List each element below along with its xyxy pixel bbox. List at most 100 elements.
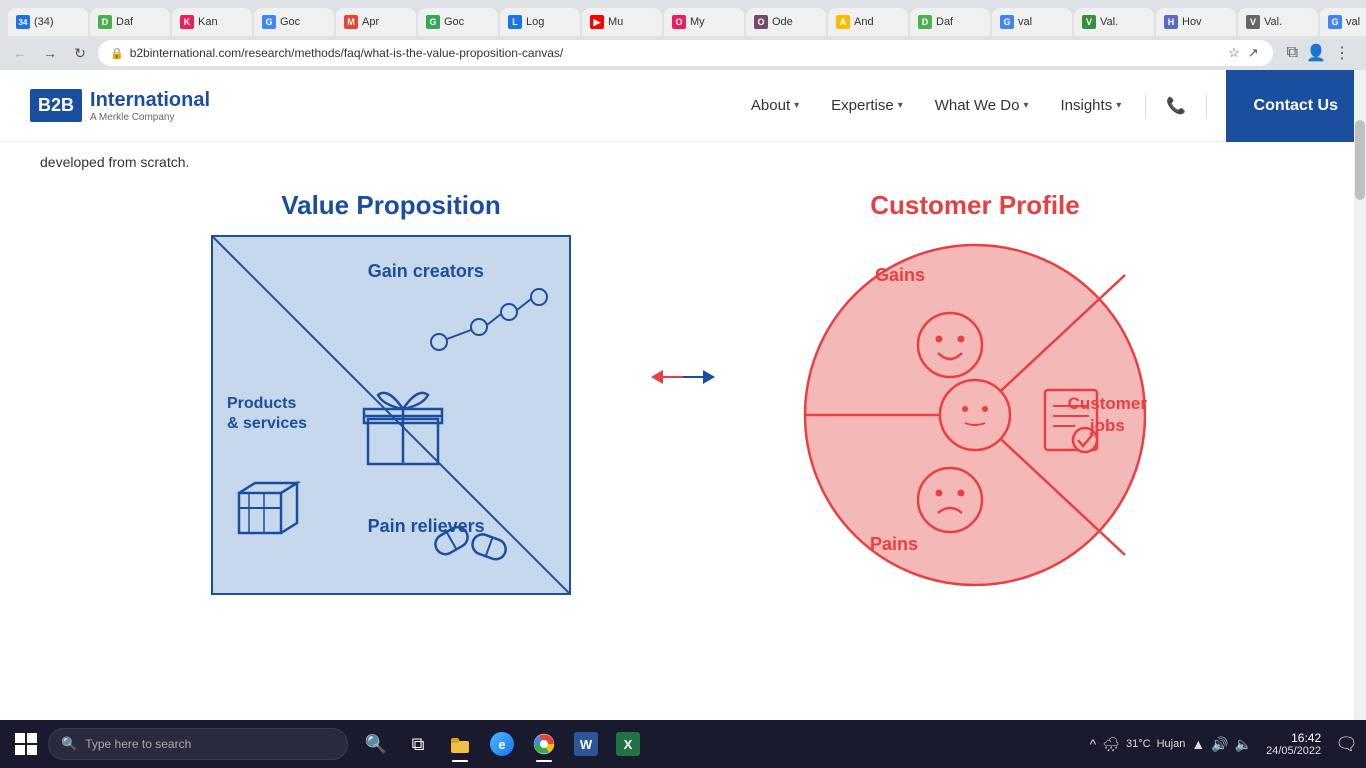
tab-item[interactable]: G Goc xyxy=(418,8,498,36)
clock-date: 24/05/2022 xyxy=(1266,745,1321,757)
diagram-section: Value Proposition Gain creators xyxy=(0,180,1366,605)
tab-item[interactable]: 34 (34) xyxy=(8,8,88,36)
article-text: developed from scratch. xyxy=(0,142,1366,180)
tab-item[interactable]: G val xyxy=(1320,8,1366,36)
back-button[interactable]: ← xyxy=(8,41,32,65)
tab-label: val xyxy=(1346,16,1360,28)
tab-item[interactable]: O My xyxy=(664,8,744,36)
tab-item[interactable]: G Goc xyxy=(254,8,334,36)
system-clock[interactable]: 16:42 24/05/2022 xyxy=(1258,731,1329,757)
tab-favicon: L xyxy=(508,15,522,29)
search-icon: 🔍 xyxy=(364,732,388,756)
volume-icon[interactable]: 🔈 xyxy=(1235,736,1252,753)
sound-icon[interactable]: 🔊 xyxy=(1211,736,1228,753)
customer-profile-column: Customer Profile xyxy=(795,190,1155,595)
scrollbar[interactable] xyxy=(1354,70,1366,720)
logo-main: International xyxy=(90,89,210,112)
scrollbar-thumb[interactable] xyxy=(1355,120,1365,200)
arrow-line-left xyxy=(663,376,683,378)
task-view-icon: ⧉ xyxy=(406,732,430,756)
taskbar-app-search[interactable]: 🔍 xyxy=(356,724,396,764)
logo-box[interactable]: B2B xyxy=(30,89,82,122)
phone-icon[interactable]: 📞 xyxy=(1158,88,1194,124)
tab-favicon: V xyxy=(1082,15,1096,29)
nav-about-label: About xyxy=(751,97,790,114)
tab-item[interactable]: V Val. xyxy=(1238,8,1318,36)
tab-favicon: A xyxy=(836,15,850,29)
vp-square: Gain creators Products & services xyxy=(211,235,571,595)
tab-label: (34) xyxy=(34,16,54,28)
tab-item[interactable]: A And xyxy=(828,8,908,36)
profile-button[interactable]: 👤 xyxy=(1306,43,1326,63)
taskbar-app-explorer[interactable] xyxy=(440,724,480,764)
tab-favicon: V xyxy=(1246,15,1260,29)
tab-label: Val. xyxy=(1100,16,1118,28)
tab-item[interactable]: O Ode xyxy=(746,8,826,36)
tab-favicon: O xyxy=(672,15,686,29)
app-underline xyxy=(536,760,552,762)
cp-circle: Gains Pains Customerjobs xyxy=(795,235,1155,595)
notification-icon[interactable]: 🗨 xyxy=(1335,734,1358,755)
lock-icon: 🔒 xyxy=(110,47,124,60)
page-content: B2B International A Merkle Company About… xyxy=(0,70,1366,720)
chevron-up-icon[interactable]: ^ xyxy=(1090,736,1097,752)
tab-item[interactable]: G val xyxy=(992,8,1072,36)
tab-item[interactable]: H Hov xyxy=(1156,8,1236,36)
taskbar-app-chrome[interactable] xyxy=(524,724,564,764)
taskbar-search-box[interactable]: 🔍 Type here to search xyxy=(48,728,348,760)
taskbar-apps: 🔍 ⧉ e xyxy=(356,724,648,764)
edge-icon: e xyxy=(490,732,514,756)
tab-item[interactable]: L Log xyxy=(500,8,580,36)
nav-insights[interactable]: Insights ▾ xyxy=(1049,89,1134,122)
nav-what-we-do[interactable]: What We Do ▾ xyxy=(923,89,1041,122)
share-icon[interactable]: ↗ xyxy=(1246,43,1261,63)
nav-divider xyxy=(1145,94,1146,118)
gift-icon xyxy=(358,377,448,467)
forward-button[interactable]: → xyxy=(38,41,62,65)
nav-expertise[interactable]: Expertise ▾ xyxy=(819,89,915,122)
clock-time: 16:42 xyxy=(1291,731,1321,745)
tab-favicon: O xyxy=(754,15,768,29)
tab-label: Ode xyxy=(772,16,793,28)
excel-icon: X xyxy=(616,732,640,756)
tab-item[interactable]: D Daf xyxy=(910,8,990,36)
tab-favicon: H xyxy=(1164,15,1178,29)
contact-us-button[interactable]: Contact Us xyxy=(1226,70,1366,142)
chevron-down-icon: ▾ xyxy=(1116,100,1121,111)
url-actions: ☆ ↗ xyxy=(1226,43,1261,63)
right-arrow-head xyxy=(703,370,715,384)
taskbar-app-word[interactable]: W xyxy=(566,724,606,764)
network-icon[interactable]: ▲ xyxy=(1191,736,1205,752)
gains-label: Gains xyxy=(875,265,925,286)
url-bar[interactable]: 🔒 b2binternational.com/research/methods/… xyxy=(98,40,1273,66)
logo-area: B2B International A Merkle Company xyxy=(30,89,210,123)
products-services-label: Products & services xyxy=(227,394,307,436)
tab-item[interactable]: M Apr xyxy=(336,8,416,36)
tab-label: Val. xyxy=(1264,16,1282,28)
gain-creators-icon xyxy=(429,287,549,357)
tab-label: Kan xyxy=(198,16,218,28)
taskbar-app-edge[interactable]: e xyxy=(482,724,522,764)
pain-relievers-icon xyxy=(429,515,519,575)
weather-icon[interactable]: 🌧 xyxy=(1102,736,1120,753)
tab-favicon: K xyxy=(180,15,194,29)
taskbar-app-excel[interactable]: X xyxy=(608,724,648,764)
article-content: developed from scratch. xyxy=(40,154,189,170)
tab-item[interactable]: K Kan xyxy=(172,8,252,36)
reload-button[interactable]: ↻ xyxy=(68,41,92,65)
nav-divider xyxy=(1206,94,1207,118)
file-explorer-icon xyxy=(448,732,472,756)
tab-item[interactable]: ▶ Mu xyxy=(582,8,662,36)
start-button[interactable] xyxy=(8,726,44,762)
tab-item[interactable]: D Daf xyxy=(90,8,170,36)
taskbar-app-taskview[interactable]: ⧉ xyxy=(398,724,438,764)
tab-label: Log xyxy=(526,16,544,28)
tab-item[interactable]: V Val. xyxy=(1074,8,1154,36)
extensions-button[interactable]: ⧉ xyxy=(1287,44,1298,62)
taskbar: 🔍 Type here to search 🔍 ⧉ e xyxy=(0,720,1366,768)
bookmark-icon[interactable]: ☆ xyxy=(1226,43,1242,63)
gain-creators-label: Gain creators xyxy=(368,261,484,282)
menu-button[interactable]: ⋮ xyxy=(1334,43,1350,63)
nav-about[interactable]: About ▾ xyxy=(739,89,811,122)
tab-favicon: D xyxy=(98,15,112,29)
